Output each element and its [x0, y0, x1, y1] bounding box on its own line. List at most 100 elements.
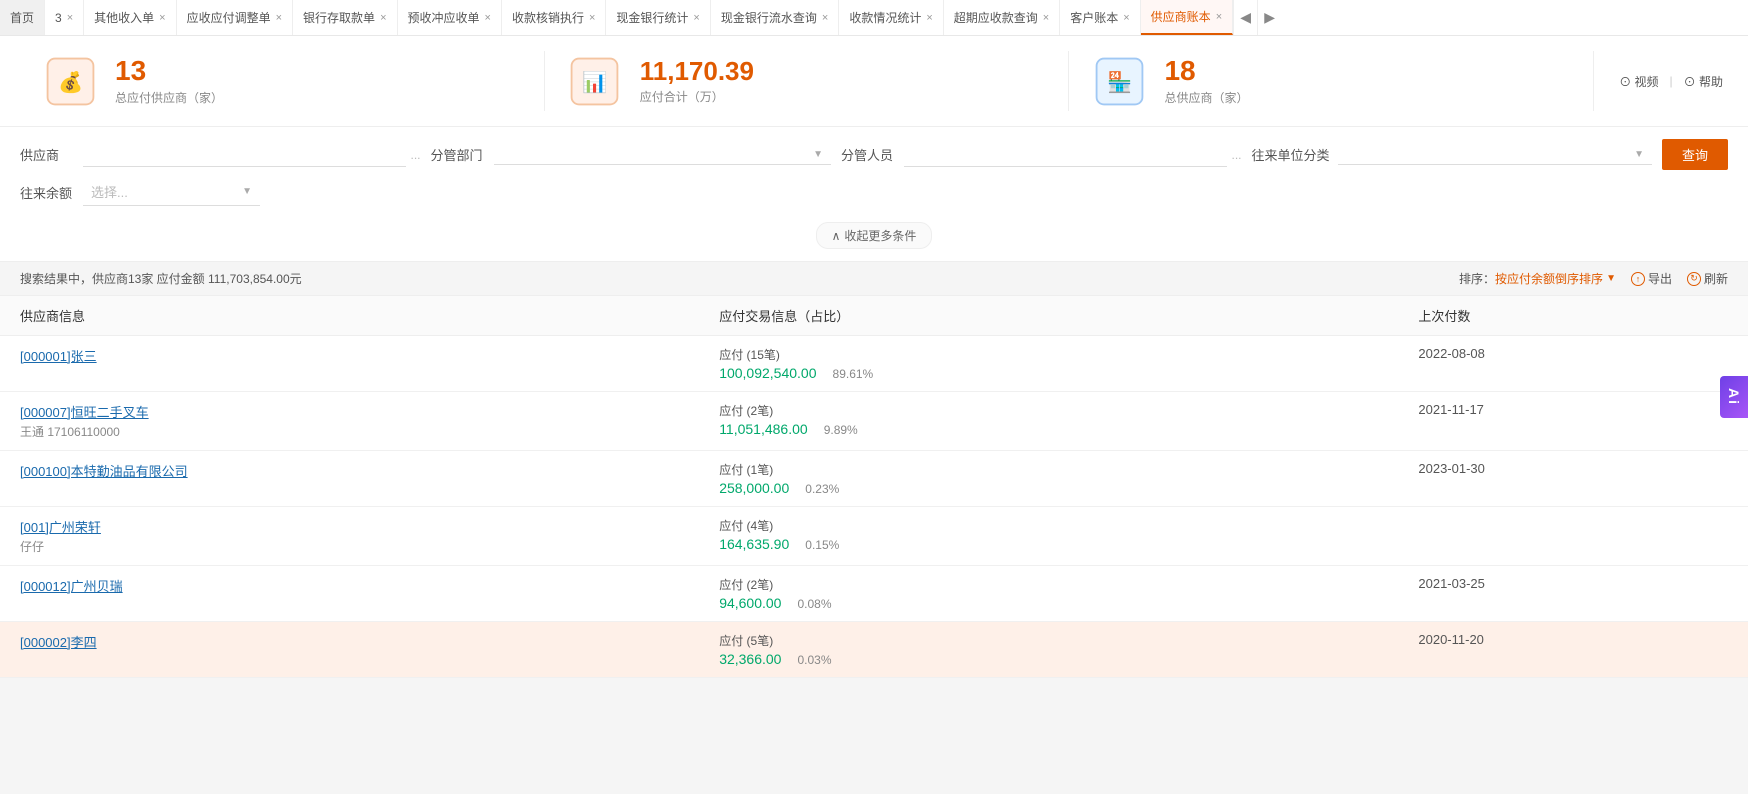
close-icon[interactable]: × — [67, 12, 73, 24]
supplier-link[interactable]: [000007]恒旺二手叉车 — [20, 405, 149, 420]
person-label: 分管人员 — [841, 145, 896, 164]
payable-info-cell: 应付 (15笔) 100,092,540.00 89.61% — [699, 336, 1398, 392]
balance-chevron-down-icon: ▼ — [242, 186, 252, 197]
payable-value[interactable]: 11,051,486.00 — [719, 421, 808, 437]
table-row: [001]广州荣轩仔仔应付 (4笔)164,635.900.15% — [0, 507, 1748, 566]
help-link[interactable]: ⊙ 帮助 — [1684, 73, 1723, 90]
close-icon[interactable]: × — [1043, 12, 1049, 24]
close-icon[interactable]: × — [485, 12, 491, 24]
th-last-pay: 上次付数 — [1398, 296, 1748, 336]
nav-next-arrow[interactable]: ▶ — [1257, 0, 1281, 36]
last-pay-cell: 2022-08-08 — [1398, 336, 1748, 392]
supplier-ellipsis: ... — [410, 148, 420, 162]
payable-info-cell: 应付 (2笔) 11,051,486.00 9.89% — [699, 392, 1398, 451]
person-input[interactable] — [904, 143, 1227, 167]
balance-select-text: 选择... — [91, 182, 128, 201]
nav-tab-collect-stat[interactable]: 收款情况统计 × — [839, 0, 943, 35]
payable-percent: 9.89% — [824, 423, 858, 437]
close-icon[interactable]: × — [822, 12, 828, 24]
nav-tab-bank[interactable]: 银行存取款单 × — [293, 0, 397, 35]
results-right: 排序： 按应付余额倒序排序 ▼ ↑ 导出 ↻ 刷新 — [1459, 270, 1728, 287]
filter-area: 供应商 ... 分管部门 ▼ 分管人员 ... 往来单位分类 ▼ 查询 往来 — [0, 127, 1748, 262]
close-icon[interactable]: × — [589, 12, 595, 24]
table-container: 供应商信息 应付交易信息（占比） 上次付数 [000001]张三 应付 (15笔)… — [0, 296, 1748, 678]
payable-label: 应付 (2笔) — [719, 402, 1378, 419]
nav-tab-supplier-ledger[interactable]: 供应商账本 × — [1141, 0, 1233, 35]
summary-bar: 💰 13 总应付供应商（家） 📊 11,170.39 应付合计（万） 🏪 — [0, 36, 1748, 127]
payable-label: 应付 (1笔) — [719, 461, 1378, 478]
total-payable-value: 11,170.39 — [640, 58, 754, 84]
payable-info-cell: 应付 (1笔)258,000.000.23% — [699, 451, 1398, 507]
payable-value[interactable]: 94,600.00 — [719, 595, 781, 611]
close-icon[interactable]: × — [926, 12, 932, 24]
close-icon[interactable]: × — [380, 12, 386, 24]
payable-suppliers-label: 总应付供应商（家） — [115, 89, 223, 106]
dept-label: 分管部门 — [431, 145, 486, 164]
payable-label: 应付 (4笔) — [719, 517, 1378, 534]
supplier-info-cell: [001]广州荣轩仔仔 — [0, 507, 699, 566]
refresh-button[interactable]: ↻ 刷新 — [1687, 270, 1728, 287]
nav-tab-adjustment[interactable]: 应收应付调整单 × — [177, 0, 293, 35]
nav-prev-arrow[interactable]: ◀ — [1233, 0, 1257, 36]
summary-card-total-payable: 📊 11,170.39 应付合计（万） — [545, 51, 1070, 111]
payable-label: 应付 (15笔) — [719, 346, 1378, 363]
total-suppliers-info: 18 总供应商（家） — [1164, 57, 1248, 106]
collapse-label: 收起更多条件 — [844, 227, 916, 244]
payable-suppliers-icon: 💰 — [40, 51, 100, 111]
sort-value: 按应付余额倒序排序 — [1495, 270, 1603, 287]
nav-tab-prepay[interactable]: 预收冲应收单 × — [398, 0, 502, 35]
dept-select[interactable]: ▼ — [494, 145, 832, 165]
nav-tab-overdue[interactable]: 超期应收款查询 × — [944, 0, 1060, 35]
refresh-icon: ↻ — [1687, 272, 1701, 286]
nav-tab-customer-ledger[interactable]: 客户账本 × — [1060, 0, 1140, 35]
table-header: 供应商信息 应付交易信息（占比） 上次付数 — [0, 296, 1748, 336]
payable-value[interactable]: 258,000.00 — [719, 480, 789, 496]
category-select[interactable]: ▼ — [1338, 145, 1652, 165]
nav-tab-cash-flow[interactable]: 现金银行流水查询 × — [711, 0, 839, 35]
close-icon[interactable]: × — [693, 12, 699, 24]
nav-tab-collect-exec[interactable]: 收款核销执行 × — [502, 0, 606, 35]
close-icon[interactable]: × — [1216, 11, 1222, 23]
supplier-sub-info: 王通 17106110000 — [20, 423, 679, 440]
collapse-button[interactable]: ∧ 收起更多条件 — [816, 222, 933, 249]
video-link[interactable]: ⊙ 视频 — [1619, 73, 1658, 90]
supplier-info-cell: [000012]广州贝瑞 — [0, 566, 699, 622]
supplier-info-cell: [000002]李四 — [0, 622, 699, 678]
filter-balance: 往来余额 选择... ▼ — [20, 178, 260, 206]
nav-tab-home[interactable]: 首页 — [0, 0, 45, 35]
payable-value[interactable]: 164,635.90 — [719, 536, 789, 552]
payable-value[interactable]: 32,366.00 — [719, 651, 781, 667]
supplier-link[interactable]: [000001]张三 — [20, 349, 97, 364]
nav-tab-other-income[interactable]: 其他收入单 × — [84, 0, 176, 35]
svg-text:💰: 💰 — [57, 69, 82, 94]
supplier-link[interactable]: [001]广州荣轩 — [20, 520, 101, 535]
category-label: 往来单位分类 — [1252, 145, 1330, 164]
nav-tab-cash-stat[interactable]: 现金银行统计 × — [606, 0, 710, 35]
person-ellipsis: ... — [1231, 148, 1241, 162]
last-pay-cell: 2021-11-17 — [1398, 392, 1748, 451]
refresh-label: 刷新 — [1704, 270, 1728, 287]
close-icon[interactable]: × — [1123, 12, 1129, 24]
svg-text:🏪: 🏪 — [1107, 69, 1132, 93]
table-row: [000002]李四应付 (5笔)32,366.000.03%2020-11-2… — [0, 622, 1748, 678]
payable-value[interactable]: 100,092,540.00 — [719, 365, 816, 381]
nav-tab-3[interactable]: 3 × — [45, 0, 84, 35]
supplier-link[interactable]: [000002]李四 — [20, 635, 97, 650]
filter-category: 往来单位分类 ▼ — [1252, 145, 1653, 165]
export-button[interactable]: ↑ 导出 — [1631, 270, 1672, 287]
balance-select[interactable]: 选择... ▼ — [83, 178, 260, 206]
supplier-link[interactable]: [000012]广州贝瑞 — [20, 579, 123, 594]
close-icon[interactable]: × — [276, 12, 282, 24]
dept-chevron-down-icon: ▼ — [813, 149, 823, 160]
supplier-link[interactable]: [000100]本特勤油品有限公司 — [20, 464, 188, 479]
close-icon[interactable]: × — [159, 12, 165, 24]
total-payable-icon: 📊 — [565, 51, 625, 111]
balance-label: 往来余额 — [20, 183, 75, 202]
top-nav: 首页 3 × 其他收入单 × 应收应付调整单 × 银行存取款单 × 预收冲应收单… — [0, 0, 1748, 36]
collapse-up-icon: ∧ — [832, 229, 841, 243]
sort-control[interactable]: 排序： 按应付余额倒序排序 ▼ — [1459, 270, 1616, 287]
ai-button[interactable]: Ai — [1720, 376, 1748, 418]
search-button[interactable]: 查询 — [1662, 139, 1728, 170]
supplier-input[interactable] — [83, 143, 406, 167]
payable-percent: 89.61% — [833, 367, 874, 381]
